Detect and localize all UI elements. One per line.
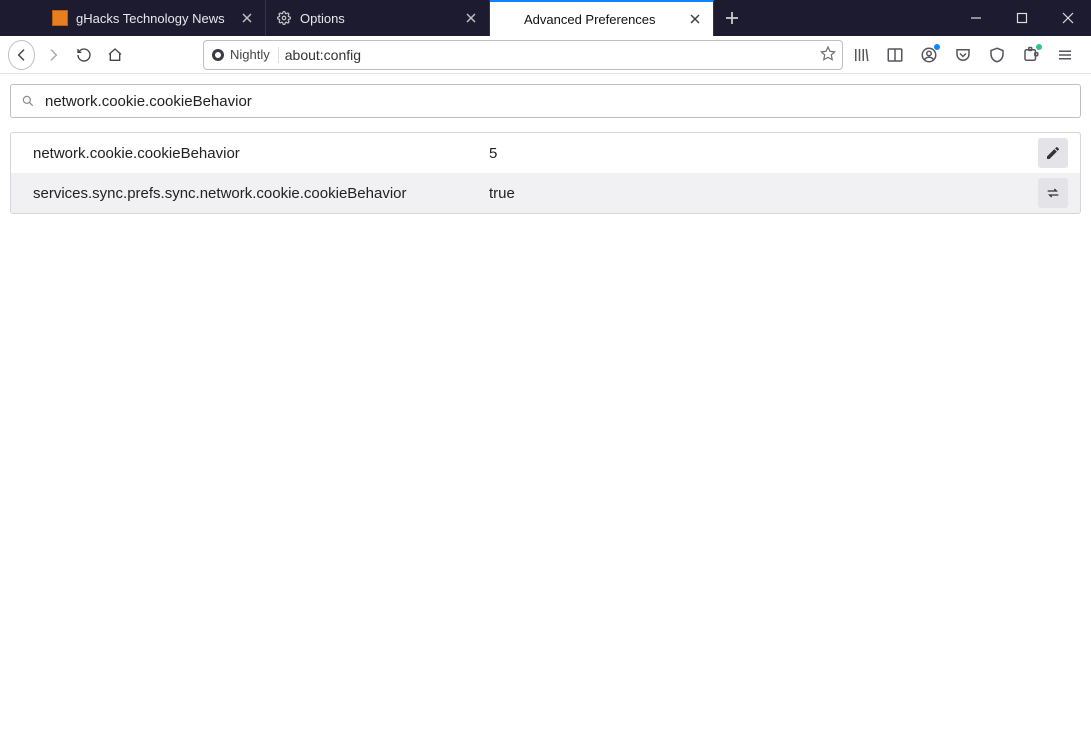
menu-icon[interactable] <box>1051 41 1079 69</box>
gear-icon <box>276 10 292 26</box>
reload-button[interactable] <box>71 40 98 70</box>
tab-label: Options <box>300 11 463 26</box>
tab-ghacks[interactable]: gHacks Technology News <box>42 0 266 36</box>
pref-row[interactable]: services.sync.prefs.sync.network.cookie.… <box>11 173 1080 213</box>
close-window-button[interactable] <box>1045 0 1091 36</box>
forward-button[interactable] <box>39 40 66 70</box>
shield-icon[interactable] <box>983 41 1011 69</box>
pref-value: 5 <box>489 145 1038 162</box>
toggle-arrows-icon <box>1045 185 1061 201</box>
ghacks-favicon <box>52 10 68 26</box>
about-config-page: network.cookie.cookieBehavior 5 services… <box>0 74 1091 224</box>
pocket-icon[interactable] <box>949 41 977 69</box>
pref-value: true <box>489 185 1038 202</box>
new-tab-button[interactable] <box>714 0 750 36</box>
pref-row[interactable]: network.cookie.cookieBehavior 5 <box>11 133 1080 173</box>
blank-favicon <box>500 11 516 27</box>
url-bar[interactable]: Nightly <box>203 40 843 70</box>
tab-label: gHacks Technology News <box>76 11 239 26</box>
pencil-icon <box>1045 145 1061 161</box>
account-icon[interactable] <box>915 41 943 69</box>
window-controls <box>953 0 1091 36</box>
back-button[interactable] <box>8 40 35 70</box>
maximize-button[interactable] <box>999 0 1045 36</box>
extension-icon[interactable] <box>1017 41 1045 69</box>
notification-dot <box>1036 44 1042 50</box>
titlebar: gHacks Technology News Options Advanced … <box>0 0 1091 36</box>
tab-advanced-preferences[interactable]: Advanced Preferences <box>490 0 714 36</box>
toolbar-right <box>847 41 1083 69</box>
pref-name: services.sync.prefs.sync.network.cookie.… <box>19 185 489 202</box>
identity-box[interactable]: Nightly <box>210 47 279 63</box>
tab-label: Advanced Preferences <box>524 12 687 27</box>
reader-view-icon[interactable] <box>881 41 909 69</box>
identity-label: Nightly <box>230 47 270 62</box>
edit-button[interactable] <box>1038 138 1068 168</box>
url-input[interactable] <box>285 47 814 63</box>
minimize-button[interactable] <box>953 0 999 36</box>
pref-search-input[interactable] <box>45 93 1070 110</box>
pref-table: network.cookie.cookieBehavior 5 services… <box>10 132 1081 214</box>
pref-search-box[interactable] <box>10 84 1081 118</box>
tab-options[interactable]: Options <box>266 0 490 36</box>
toggle-button[interactable] <box>1038 178 1068 208</box>
close-icon[interactable] <box>463 10 479 26</box>
close-icon[interactable] <box>239 10 255 26</box>
notification-dot <box>934 44 940 50</box>
tab-strip: gHacks Technology News Options Advanced … <box>42 0 714 36</box>
nightly-icon <box>210 47 226 63</box>
bookmark-star-icon[interactable] <box>820 45 836 64</box>
library-icon[interactable] <box>847 41 875 69</box>
pref-name: network.cookie.cookieBehavior <box>19 145 489 162</box>
navigation-toolbar: Nightly <box>0 36 1091 74</box>
close-icon[interactable] <box>687 11 703 27</box>
home-button[interactable] <box>102 40 129 70</box>
search-icon <box>21 94 35 108</box>
